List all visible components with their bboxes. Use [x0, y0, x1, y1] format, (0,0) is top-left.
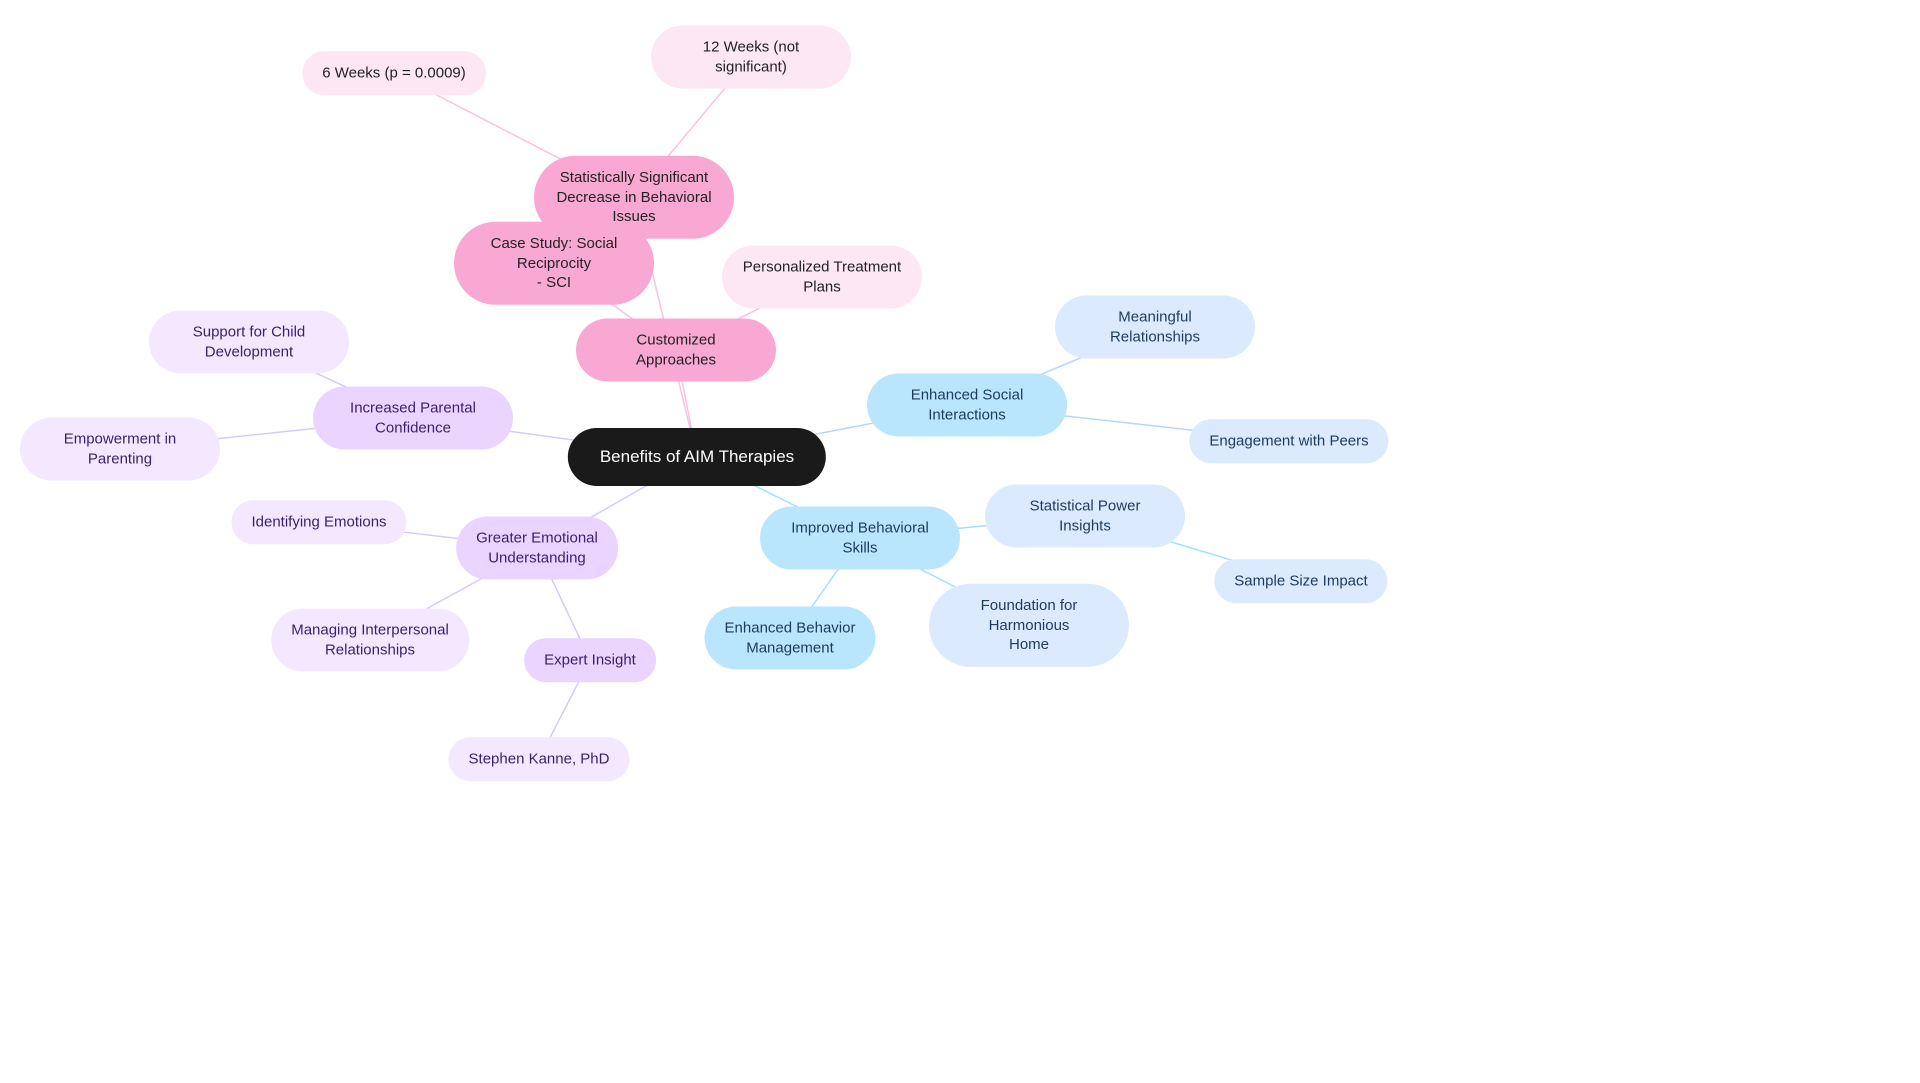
- node-sampleSize: Sample Size Impact: [1214, 559, 1387, 603]
- node-enhancedBehavior: Enhanced Behavior Management: [705, 607, 876, 670]
- node-statisticalPower: Statistical Power Insights: [985, 485, 1185, 548]
- node-center: Benefits of AIM Therapies: [568, 428, 826, 486]
- node-meaningfulRelationships: Meaningful Relationships: [1055, 296, 1255, 359]
- node-managingInterpersonal: Managing Interpersonal Relationships: [271, 609, 469, 672]
- node-identifyingEmotions: Identifying Emotions: [231, 500, 406, 544]
- node-foundationHarmonious: Foundation for Harmonious Home: [929, 584, 1129, 667]
- node-engagementPeers: Engagement with Peers: [1189, 419, 1388, 463]
- node-caseStudy: Case Study: Social Reciprocity - SCI: [454, 222, 654, 305]
- node-stephenKanne: Stephen Kanne, PhD: [449, 737, 630, 781]
- node-customizedApproaches: Customized Approaches: [576, 319, 776, 382]
- node-supportChildDev: Support for Child Development: [149, 311, 349, 374]
- node-enhancedSocial: Enhanced Social Interactions: [867, 374, 1067, 437]
- node-improvedBehavioral: Improved Behavioral Skills: [760, 507, 960, 570]
- node-increasedConfidence: Increased Parental Confidence: [313, 387, 513, 450]
- node-sixWeeks: 6 Weeks (p = 0.0009): [302, 51, 486, 95]
- mind-map-container: Benefits of AIM TherapiesStatistically S…: [0, 0, 1920, 1083]
- node-empowerment: Empowerment in Parenting: [20, 418, 220, 481]
- node-personalizedTreatment: Personalized Treatment Plans: [722, 246, 922, 309]
- node-twelveWeeks: 12 Weeks (not significant): [651, 26, 851, 89]
- node-greaterEmotional: Greater Emotional Understanding: [456, 517, 618, 580]
- node-expertInsight: Expert Insight: [524, 638, 656, 682]
